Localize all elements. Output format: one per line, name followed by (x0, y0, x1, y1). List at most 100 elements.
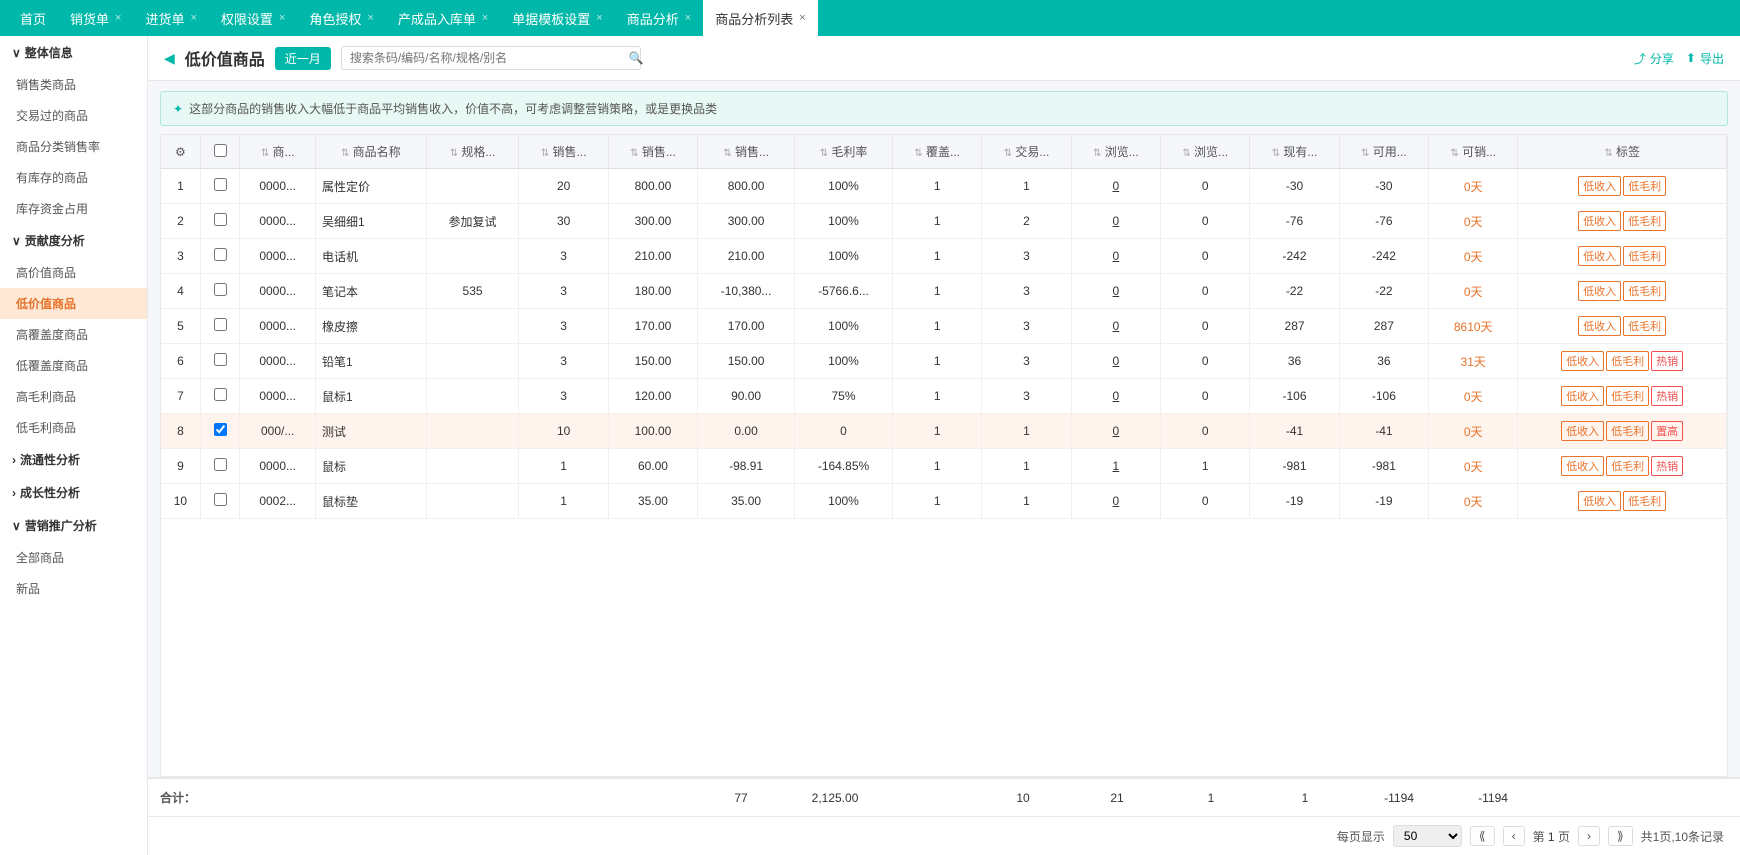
share-button[interactable]: ⤴ 分享 (1634, 50, 1674, 67)
col-header-spec[interactable]: ⇅ 规格... (426, 135, 519, 169)
row-views1: 0 (1071, 274, 1160, 309)
search-icon[interactable]: 🔍 (629, 51, 644, 65)
row-checkbox-input[interactable] (214, 423, 227, 436)
close-icon[interactable]: × (279, 12, 285, 24)
row-views1-link[interactable]: 0 (1113, 319, 1120, 333)
sidebar-item-商品分类销售率[interactable]: 商品分类销售率 (0, 131, 147, 162)
nav-item-单据模板设置[interactable]: 单据模板设置× (500, 0, 614, 36)
row-sales-price: 150.00 (608, 344, 697, 379)
row-views1-link[interactable]: 0 (1113, 179, 1120, 193)
col-header-gross_margin[interactable]: ⇅ 毛利率 (795, 135, 893, 169)
page-size-select[interactable]: 50 100 200 (1393, 825, 1462, 847)
row-checkbox-input[interactable] (214, 213, 227, 226)
col-header-checkbox[interactable] (200, 135, 240, 169)
row-name: 电话机 (315, 239, 426, 274)
row-spec (426, 309, 519, 344)
row-sales-amount: 90.00 (698, 379, 795, 414)
col-header-views2[interactable]: ⇅ 浏览... (1161, 135, 1250, 169)
nav-item-商品分析列表[interactable]: 商品分析列表× (703, 0, 817, 36)
row-views1-link[interactable]: 0 (1113, 494, 1120, 508)
sidebar-collapse-btn[interactable]: ◀ (164, 50, 175, 67)
table-row: 60000...铅笔13150.00150.00100%1300363631天低… (161, 344, 1727, 379)
col-header-current[interactable]: ⇅ 现有... (1250, 135, 1339, 169)
col-header-coverage[interactable]: ⇅ 覆盖... (892, 135, 981, 169)
row-trade: 1 (982, 414, 1071, 449)
sidebar-item-交易过的商品[interactable]: 交易过的商品 (0, 100, 147, 131)
row-checkbox-input[interactable] (214, 493, 227, 506)
nav-item-进货单[interactable]: 进货单× (133, 0, 208, 36)
close-icon[interactable]: × (190, 12, 196, 24)
search-input[interactable] (341, 46, 641, 70)
sidebar-item-高毛利商品[interactable]: 高毛利商品 (0, 381, 147, 412)
sidebar-group-成长性分析[interactable]: › 成长性分析 (0, 476, 147, 509)
row-checkbox-input[interactable] (214, 458, 227, 471)
row-checkbox-input[interactable] (214, 178, 227, 191)
row-views1-link[interactable]: 0 (1113, 424, 1120, 438)
sidebar-item-有库存的商品[interactable]: 有库存的商品 (0, 162, 147, 193)
sidebar-item-销售类商品[interactable]: 销售类商品 (0, 69, 147, 100)
col-header-sales_price[interactable]: ⇅ 销售... (608, 135, 697, 169)
sidebar-item-新品[interactable]: 新品 (0, 573, 147, 604)
sidebar-item-低毛利商品[interactable]: 低毛利商品 (0, 412, 147, 443)
col-header-available[interactable]: ⇅ 可用... (1339, 135, 1428, 169)
row-views1-link[interactable]: 0 (1113, 284, 1120, 298)
col-header-sellable[interactable]: ⇅ 可销... (1429, 135, 1518, 169)
row-sales-qty: 10 (519, 414, 608, 449)
nav-item-销货单[interactable]: 销货单× (58, 0, 133, 36)
sidebar-item-全部商品[interactable]: 全部商品 (0, 542, 147, 573)
row-sellable: 0天 (1429, 274, 1518, 309)
col-header-code[interactable]: ⇅ 商... (240, 135, 316, 169)
first-page-btn[interactable]: ⟪ (1470, 826, 1495, 846)
row-views1-link[interactable]: 0 (1113, 389, 1120, 403)
row-views1-link[interactable]: 1 (1113, 459, 1120, 473)
export-button[interactable]: ⬆ 导出 (1686, 50, 1724, 67)
sidebar-group-营销推广分析[interactable]: ∨ 营销推广分析 (0, 509, 147, 542)
sidebar-group-贡献度分析[interactable]: ∨ 贡献度分析 (0, 224, 147, 257)
close-icon[interactable]: × (799, 12, 805, 24)
nav-item-商品分析[interactable]: 商品分析× (615, 0, 703, 36)
row-views1-link[interactable]: 0 (1113, 214, 1120, 228)
sidebar-group-整体信息[interactable]: ∨ 整体信息 (0, 36, 147, 69)
sidebar-item-高覆盖度商品[interactable]: 高覆盖度商品 (0, 319, 147, 350)
row-name: 吴细细1 (315, 204, 426, 239)
nav-item-角色授权[interactable]: 角色授权× (297, 0, 385, 36)
row-gross-margin: 100% (795, 309, 893, 344)
close-icon[interactable]: × (596, 12, 602, 24)
row-checkbox-input[interactable] (214, 248, 227, 261)
col-header-trade[interactable]: ⇅ 交易... (982, 135, 1071, 169)
last-page-btn[interactable]: ⟫ (1608, 826, 1633, 846)
sidebar-group-流通性分析[interactable]: › 流通性分析 (0, 443, 147, 476)
row-checkbox-input[interactable] (214, 318, 227, 331)
nav-item-权限设置[interactable]: 权限设置× (209, 0, 297, 36)
row-views1: 0 (1071, 169, 1160, 204)
col-header-name[interactable]: ⇅ 商品名称 (315, 135, 426, 169)
col-header-sales_amount[interactable]: ⇅ 销售... (698, 135, 795, 169)
sidebar-item-低价值商品[interactable]: 低价值商品 (0, 288, 147, 319)
col-header-settings[interactable]: ⚙ (161, 135, 200, 169)
row-checkbox-input[interactable] (214, 388, 227, 401)
col-header-sales_qty[interactable]: ⇅ 销售... (519, 135, 608, 169)
row-checkbox-input[interactable] (214, 283, 227, 296)
sidebar-item-高价值商品[interactable]: 高价值商品 (0, 257, 147, 288)
row-checkbox-input[interactable] (214, 353, 227, 366)
row-name: 鼠标1 (315, 379, 426, 414)
date-filter-btn[interactable]: 近一月 (275, 47, 331, 70)
close-icon[interactable]: × (482, 12, 488, 24)
row-num: 10 (161, 484, 200, 519)
row-code: 000/... (240, 414, 316, 449)
footer-trade: 21 (1070, 791, 1164, 805)
nav-item-首页[interactable]: 首页 (8, 0, 58, 36)
select-all-checkbox[interactable] (214, 144, 227, 157)
close-icon[interactable]: × (367, 12, 373, 24)
col-header-tags[interactable]: ⇅ 标签 (1518, 135, 1727, 169)
close-icon[interactable]: × (115, 12, 121, 24)
col-header-views1[interactable]: ⇅ 浏览... (1071, 135, 1160, 169)
prev-page-btn[interactable]: ‹ (1503, 826, 1525, 846)
row-views1-link[interactable]: 0 (1113, 354, 1120, 368)
sidebar-item-低覆盖度商品[interactable]: 低覆盖度商品 (0, 350, 147, 381)
close-icon[interactable]: × (685, 12, 691, 24)
next-page-btn[interactable]: › (1578, 826, 1600, 846)
nav-item-产成品入库单[interactable]: 产成品入库单× (386, 0, 500, 36)
row-views1-link[interactable]: 0 (1113, 249, 1120, 263)
sidebar-item-库存资金占用[interactable]: 库存资金占用 (0, 193, 147, 224)
